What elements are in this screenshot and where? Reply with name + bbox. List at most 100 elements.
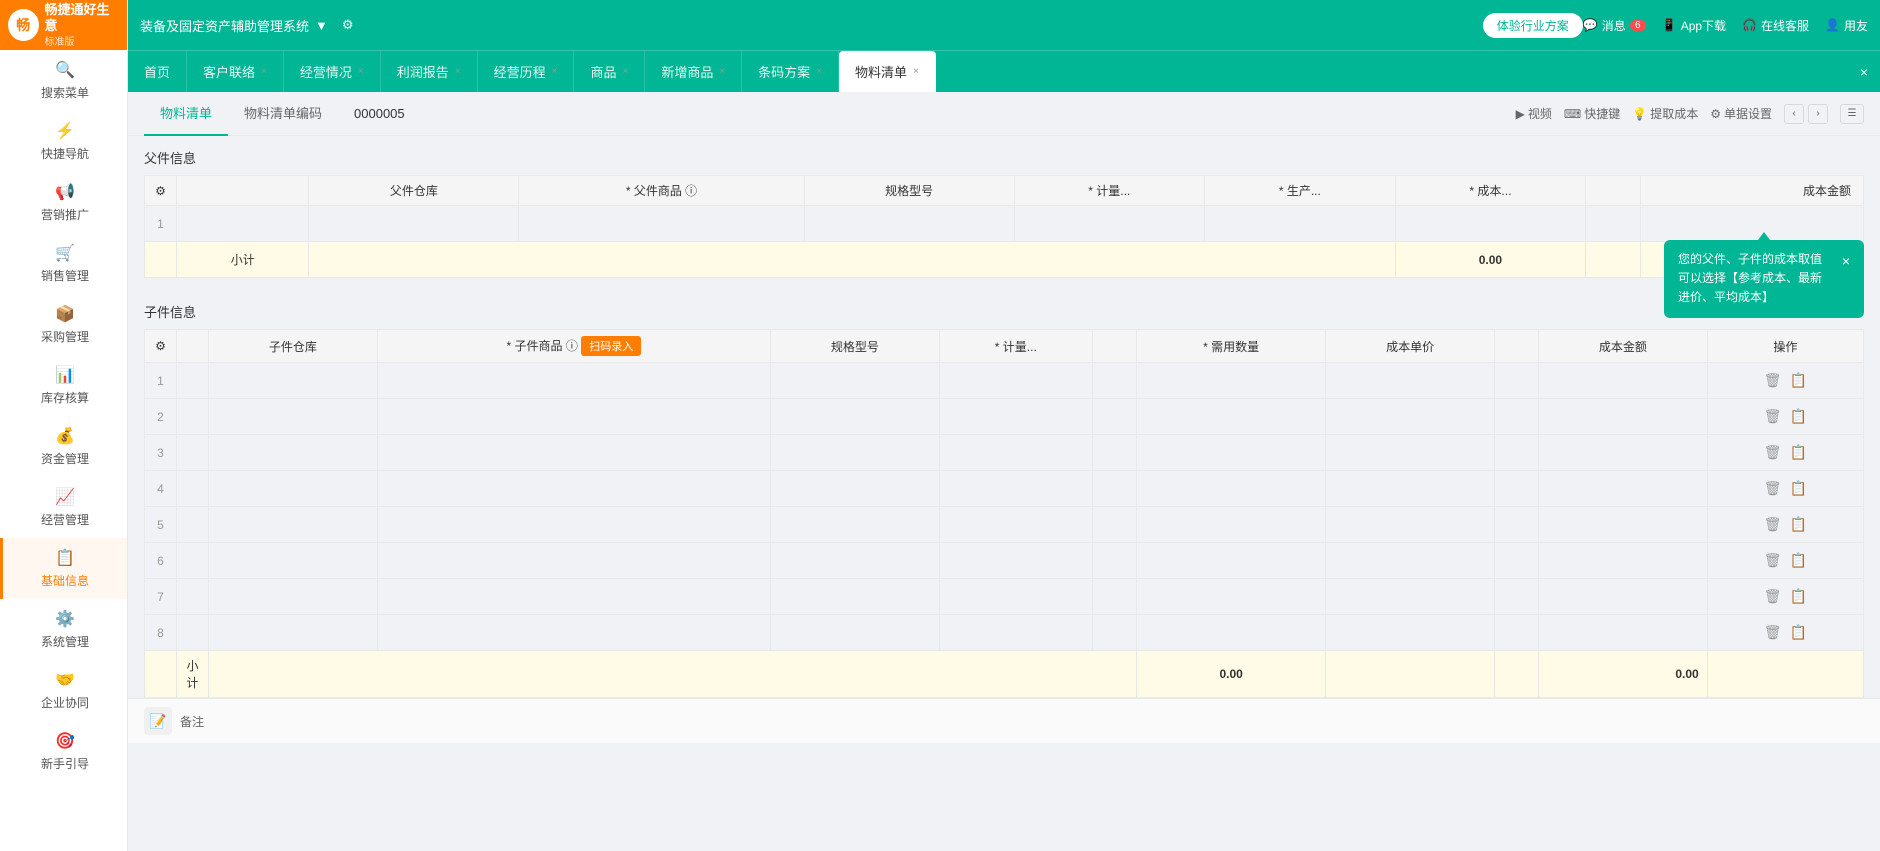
sub-tab-bom-code[interactable]: 物料清单编码 — [228, 92, 338, 136]
tab-ops-close[interactable]: × — [358, 66, 364, 77]
tab-barcode-close[interactable]: × — [816, 66, 822, 77]
notes-icon[interactable]: 📝 — [144, 707, 172, 735]
child-section: 子件信息 ⚙ 子件仓库 * 子件商品 ⓘ 扫码录入 规格型号 * 计量... — [128, 290, 1880, 698]
delete-icon-7[interactable]: 🗑 — [1764, 588, 1782, 605]
parent-row1-c4[interactable] — [804, 206, 1014, 242]
sidebar-item-collab[interactable]: 🤝 企业协同 — [0, 660, 127, 721]
sidebar-item-inventory[interactable]: 📊 库存核算 — [0, 355, 127, 416]
next-arrow[interactable]: › — [1808, 104, 1828, 124]
tab-operations[interactable]: 经营情况 × — [284, 51, 381, 93]
delete-icon-1[interactable]: 🗑 — [1764, 372, 1782, 389]
prev-arrow[interactable]: ‹ — [1784, 104, 1804, 124]
tab-home[interactable]: 首页 — [128, 51, 187, 93]
parent-row1-c5[interactable] — [1014, 206, 1205, 242]
doc-settings-button[interactable]: ⚙ 单据设置 — [1710, 105, 1772, 122]
tab-bom-close[interactable]: × — [913, 66, 919, 77]
extract-cost-button[interactable]: 💡 提取成本 — [1632, 105, 1698, 122]
copy-icon-4[interactable]: 📋 — [1790, 480, 1807, 497]
sidebar-item-search[interactable]: 🔍 搜索菜单 — [0, 50, 127, 111]
close-all-tabs[interactable]: × — [1848, 64, 1880, 80]
copy-icon-7[interactable]: 📋 — [1790, 588, 1807, 605]
user-menu[interactable]: 👤 用友 — [1825, 17, 1868, 34]
parent-row1-c3[interactable] — [519, 206, 804, 242]
child-table: ⚙ 子件仓库 * 子件商品 ⓘ 扫码录入 规格型号 * 计量... * 需用数量… — [144, 329, 1864, 698]
delete-icon-6[interactable]: 🗑 — [1764, 552, 1782, 569]
sidebar-item-finance[interactable]: 💰 资金管理 — [0, 416, 127, 477]
child-subtotal-cost: 0.00 — [1539, 651, 1708, 698]
tab-history[interactable]: 经营历程 × — [478, 51, 575, 93]
sub-tab-bom[interactable]: 物料清单 — [144, 92, 228, 136]
copy-icon-6[interactable]: 📋 — [1790, 552, 1807, 569]
tab-history-close[interactable]: × — [552, 66, 558, 77]
parent-row1-c1[interactable] — [177, 206, 309, 242]
graph-icon: 📈 — [55, 487, 75, 507]
child-col-extra — [1092, 330, 1136, 363]
tab-product[interactable]: 商品 × — [574, 51, 645, 93]
tab-profit-close[interactable]: × — [455, 66, 461, 77]
message-icon: 💬 — [1583, 18, 1598, 32]
tab-barcode[interactable]: 条码方案 × — [742, 51, 839, 93]
sidebar-item-marketing[interactable]: 📢 营销推广 — [0, 172, 127, 233]
child-subtotal-qty: 0.00 — [1136, 651, 1325, 698]
delete-icon-8[interactable]: 🗑 — [1764, 624, 1782, 641]
child-col-warehouse: 子件仓库 — [209, 330, 378, 363]
tab-bom[interactable]: 物料清单 × — [839, 51, 936, 93]
settings-icon[interactable]: ⚙ — [342, 17, 354, 33]
child-col-settings[interactable]: ⚙ — [145, 330, 177, 363]
sidebar-item-sales[interactable]: 🛒 销售管理 — [0, 233, 127, 294]
scan-button[interactable]: 扫码录入 — [581, 336, 641, 356]
sub-header-actions: ▶ 视频 ⌨ 快捷键 💡 提取成本 ⚙ 单据设置 ‹ › — [1516, 104, 1864, 124]
sidebar-item-guide[interactable]: 🎯 新手引导 — [0, 721, 127, 782]
shortcut-button[interactable]: ⌨ 快捷键 — [1564, 105, 1620, 122]
tab-product-close[interactable]: × — [622, 66, 628, 77]
tooltip-close-button[interactable]: × — [1842, 250, 1850, 272]
parent-row1-amount — [1641, 206, 1864, 242]
app-download-button[interactable]: 📱 App下载 — [1662, 17, 1726, 34]
sidebar-item-quicknav[interactable]: ⚡ 快捷导航 — [0, 111, 127, 172]
message-button[interactable]: 💬 消息 6 — [1583, 17, 1646, 34]
tab-newprod-close[interactable]: × — [719, 66, 725, 77]
list-view-button[interactable]: ☰ — [1840, 104, 1864, 124]
parent-col-spec: 规格型号 — [804, 176, 1014, 206]
parent-table: ⚙ 父件仓库 * 父件商品 ⓘ 规格型号 * 计量... * 生产... * 成… — [144, 175, 1864, 278]
money-icon: 💰 — [55, 426, 75, 446]
parent-col-amount: 成本金额 — [1641, 176, 1864, 206]
delete-icon-4[interactable]: 🗑 — [1764, 480, 1782, 497]
copy-icon-3[interactable]: 📋 — [1790, 444, 1807, 461]
child-col-product: * 子件商品 ⓘ 扫码录入 — [377, 330, 770, 363]
trial-button[interactable]: 体验行业方案 — [1483, 13, 1583, 38]
handshake-icon: 🤝 — [55, 670, 75, 690]
system-dropdown[interactable]: ▼ — [315, 18, 328, 33]
parent-section: 父件信息 ⚙ 父件仓库 * 父件商品 ⓘ 规格型号 * 计量... * 生产..… — [128, 136, 1880, 278]
doc-code: 0000005 — [354, 106, 405, 121]
delete-icon-2[interactable]: 🗑 — [1764, 408, 1782, 425]
tab-customer-close[interactable]: × — [261, 66, 267, 77]
online-service-button[interactable]: 🎧 在线客服 — [1742, 17, 1809, 34]
tab-new-product[interactable]: 新增商品 × — [645, 51, 742, 93]
tab-customer[interactable]: 客户联络 × — [187, 51, 284, 93]
sidebar-item-operations[interactable]: 📈 经营管理 — [0, 477, 127, 538]
parent-row1-c7[interactable] — [1395, 206, 1586, 242]
child-subtotal-label: 小计 — [177, 651, 209, 698]
delete-icon-3[interactable]: 🗑 — [1764, 444, 1782, 461]
tab-profit[interactable]: 利润报告 × — [381, 51, 478, 93]
parent-col-warehouse: 父件仓库 — [309, 176, 519, 206]
child-row4-num: 4 — [145, 471, 177, 507]
sidebar-logo: 畅 畅捷通好生意 标准版 — [0, 0, 127, 50]
sidebar-item-basic[interactable]: 📋 基础信息 — [0, 538, 127, 599]
delete-icon-5[interactable]: 🗑 — [1764, 516, 1782, 533]
parent-row1-c8[interactable] — [1586, 206, 1641, 242]
nav-arrows: ‹ › — [1784, 104, 1828, 124]
copy-icon-8[interactable]: 📋 — [1790, 624, 1807, 641]
sidebar-item-purchase[interactable]: 📦 采购管理 — [0, 294, 127, 355]
copy-icon-2[interactable]: 📋 — [1790, 408, 1807, 425]
download-icon: 📱 — [1662, 18, 1677, 32]
parent-col-settings[interactable]: ⚙ — [145, 176, 177, 206]
parent-row1-c6[interactable] — [1205, 206, 1396, 242]
parent-row1-c2[interactable] — [309, 206, 519, 242]
video-button[interactable]: ▶ 视频 — [1516, 105, 1552, 122]
sidebar-item-system[interactable]: ⚙️ 系统管理 — [0, 599, 127, 660]
copy-icon-1[interactable]: 📋 — [1790, 372, 1807, 389]
parent-row1-num: 1 — [145, 206, 177, 242]
copy-icon-5[interactable]: 📋 — [1790, 516, 1807, 533]
